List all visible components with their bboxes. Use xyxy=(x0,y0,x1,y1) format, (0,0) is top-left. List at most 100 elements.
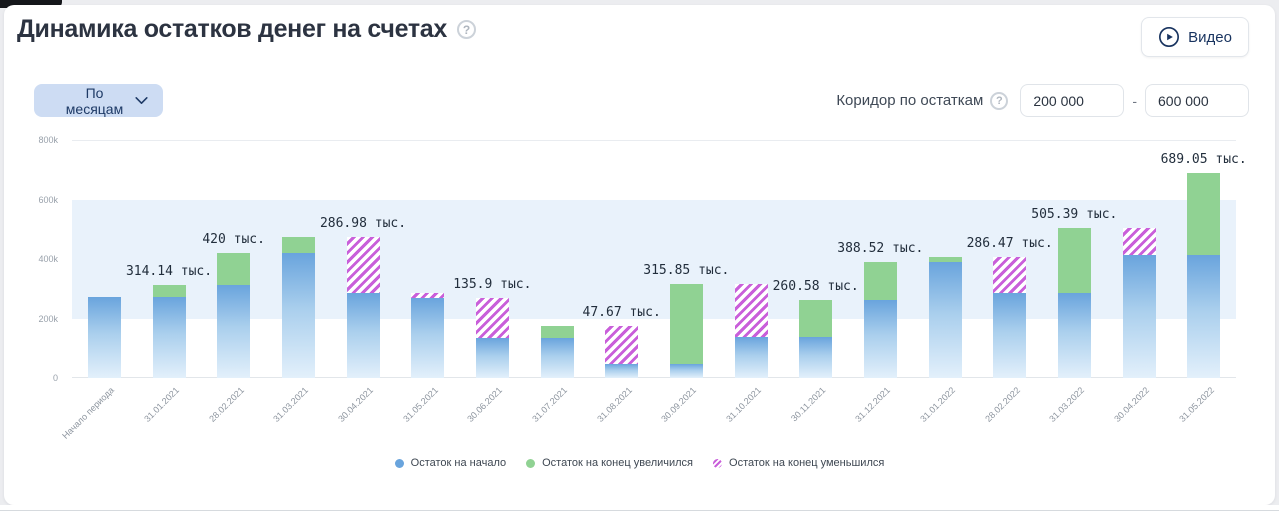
period-dropdown-label: По месяцам xyxy=(65,84,124,117)
seg-blue xyxy=(863,300,897,378)
y-axis-label: 200k xyxy=(38,313,58,324)
legend-label: Остаток на конец уменьшился xyxy=(729,457,885,469)
chart-bar-10[interactable] xyxy=(734,284,768,378)
legend-item-decrease[interactable]: Остаток на конец уменьшился xyxy=(713,457,884,469)
corridor-help-icon[interactable]: ? xyxy=(990,91,1009,110)
bar-value-label: 505.39 тыс. xyxy=(1031,206,1118,222)
x-axis-label: 31.01.2022 xyxy=(918,385,958,424)
seg-hatch xyxy=(1122,227,1156,256)
seg-blue xyxy=(799,336,833,378)
chart-bar-13[interactable] xyxy=(928,256,962,378)
play-icon xyxy=(1158,26,1180,48)
seg-blue xyxy=(87,297,121,378)
bar-value-label: 420 тыс. xyxy=(202,232,265,248)
corridor-max-input[interactable] xyxy=(1145,84,1249,117)
corridor-label: Коридор по остаткам xyxy=(836,92,984,109)
page-background: Динамика остатков денег на счетах ? Виде… xyxy=(0,0,1279,515)
chart-bar-8[interactable] xyxy=(605,325,639,378)
seg-blue xyxy=(993,292,1027,378)
y-axis: 0 200k 400k 600k 800k xyxy=(4,135,62,383)
corridor-min-input[interactable] xyxy=(1020,84,1125,117)
bar-value-label: 689.05 тыс. xyxy=(1160,152,1247,168)
chart-bar-6[interactable] xyxy=(475,298,509,378)
seg-green xyxy=(863,262,897,301)
bar-value-label: 47.67 тыс. xyxy=(582,304,661,320)
x-axis-label: 28.02.2021 xyxy=(206,385,246,424)
seg-blue xyxy=(1122,255,1156,378)
chart-bar-16[interactable] xyxy=(1122,227,1156,378)
chart-bar-7[interactable] xyxy=(540,325,574,378)
chart-bar-15[interactable] xyxy=(1057,227,1091,378)
x-axis-label: 31.05.2022 xyxy=(1176,385,1216,424)
bar-value-label: 260.58 тыс. xyxy=(772,279,859,295)
seg-hatch xyxy=(346,237,380,293)
seg-blue xyxy=(281,253,315,378)
x-axis-label: 30.06.2021 xyxy=(465,385,505,424)
gridline-800k xyxy=(72,140,1236,141)
seg-blue xyxy=(669,363,703,378)
chevron-down-icon xyxy=(133,92,150,109)
x-axis-label: 31.08.2021 xyxy=(594,385,634,424)
legend-marker-increase xyxy=(526,458,536,468)
seg-blue xyxy=(411,298,445,378)
seg-blue xyxy=(928,262,962,378)
bar-value-label: 315.85 тыс. xyxy=(643,263,730,279)
chart-bar-11[interactable] xyxy=(799,300,833,378)
video-button[interactable]: Видео xyxy=(1141,17,1249,57)
x-axis-label: 30.09.2021 xyxy=(659,385,699,424)
title-help-icon[interactable]: ? xyxy=(457,20,476,39)
x-axis-label: 31.03.2022 xyxy=(1047,385,1087,424)
legend-label: Остаток на начало xyxy=(410,457,507,469)
seg-green xyxy=(540,325,574,338)
bar-value-label: 314.14 тыс. xyxy=(125,263,213,279)
legend-item-start[interactable]: Остаток на начало xyxy=(394,457,507,469)
seg-blue xyxy=(346,292,380,378)
seg-green xyxy=(281,237,315,254)
seg-green xyxy=(217,253,251,285)
x-axis-label: 30.04.2021 xyxy=(336,385,376,424)
x-axis-label: Начало периода xyxy=(60,385,117,441)
corridor-separator: - xyxy=(1132,92,1137,109)
seg-green xyxy=(669,284,703,364)
seg-blue xyxy=(1057,292,1091,378)
legend-item-increase[interactable]: Остаток на конец увеличился xyxy=(526,457,693,469)
chart-bar-5[interactable] xyxy=(411,292,445,378)
seg-blue xyxy=(475,337,509,378)
chart-bar-12[interactable] xyxy=(863,262,897,378)
x-axis-label: 30.11.2021 xyxy=(789,385,828,424)
seg-hatch xyxy=(993,256,1027,293)
chart-legend: Остаток на начало Остаток на конец увелич… xyxy=(4,457,1275,469)
chart-bar-4[interactable] xyxy=(346,237,380,378)
chart-bar-2[interactable] xyxy=(217,253,251,378)
chart-bar-3[interactable] xyxy=(281,237,315,378)
chart-bar-17[interactable] xyxy=(1187,173,1221,378)
chart-bar-0[interactable] xyxy=(87,297,121,378)
legend-marker-start xyxy=(394,458,404,468)
period-dropdown[interactable]: По месяцам xyxy=(34,84,163,117)
seg-green xyxy=(1057,227,1091,293)
x-axis-label: 31.12.2021 xyxy=(853,385,893,424)
x-axis-label: 31.01.2021 xyxy=(142,385,182,424)
y-axis-label: 600k xyxy=(38,194,58,205)
seg-blue xyxy=(605,363,639,378)
seg-blue xyxy=(540,337,574,378)
chart-bar-1[interactable] xyxy=(152,284,186,378)
bottom-divider xyxy=(0,510,1279,511)
plot-area: Начало периода 314.14 тыс. 31.01.2021 420 т… xyxy=(61,140,1247,441)
bar-value-label: 286.47 тыс. xyxy=(966,235,1053,251)
bar-value-label: 286.98 тыс. xyxy=(319,216,407,231)
legend-label: Остаток на конец увеличился xyxy=(542,457,694,469)
x-axis-label: 28.02.2022 xyxy=(982,385,1022,424)
seg-hatch xyxy=(605,325,639,364)
bar-value-label: 135.9 тыс. xyxy=(453,277,532,293)
chart-bar-14[interactable] xyxy=(993,256,1027,378)
seg-green xyxy=(152,284,186,298)
x-axis-label: 31.03.2021 xyxy=(271,385,311,424)
seg-blue xyxy=(734,336,768,378)
y-axis-label: 800k xyxy=(38,135,58,145)
page-title: Динамика остатков денег на счетах xyxy=(17,15,447,43)
seg-hatch xyxy=(734,284,768,337)
seg-hatch xyxy=(475,298,509,338)
seg-blue xyxy=(152,297,186,378)
chart-bar-9[interactable] xyxy=(669,284,703,378)
